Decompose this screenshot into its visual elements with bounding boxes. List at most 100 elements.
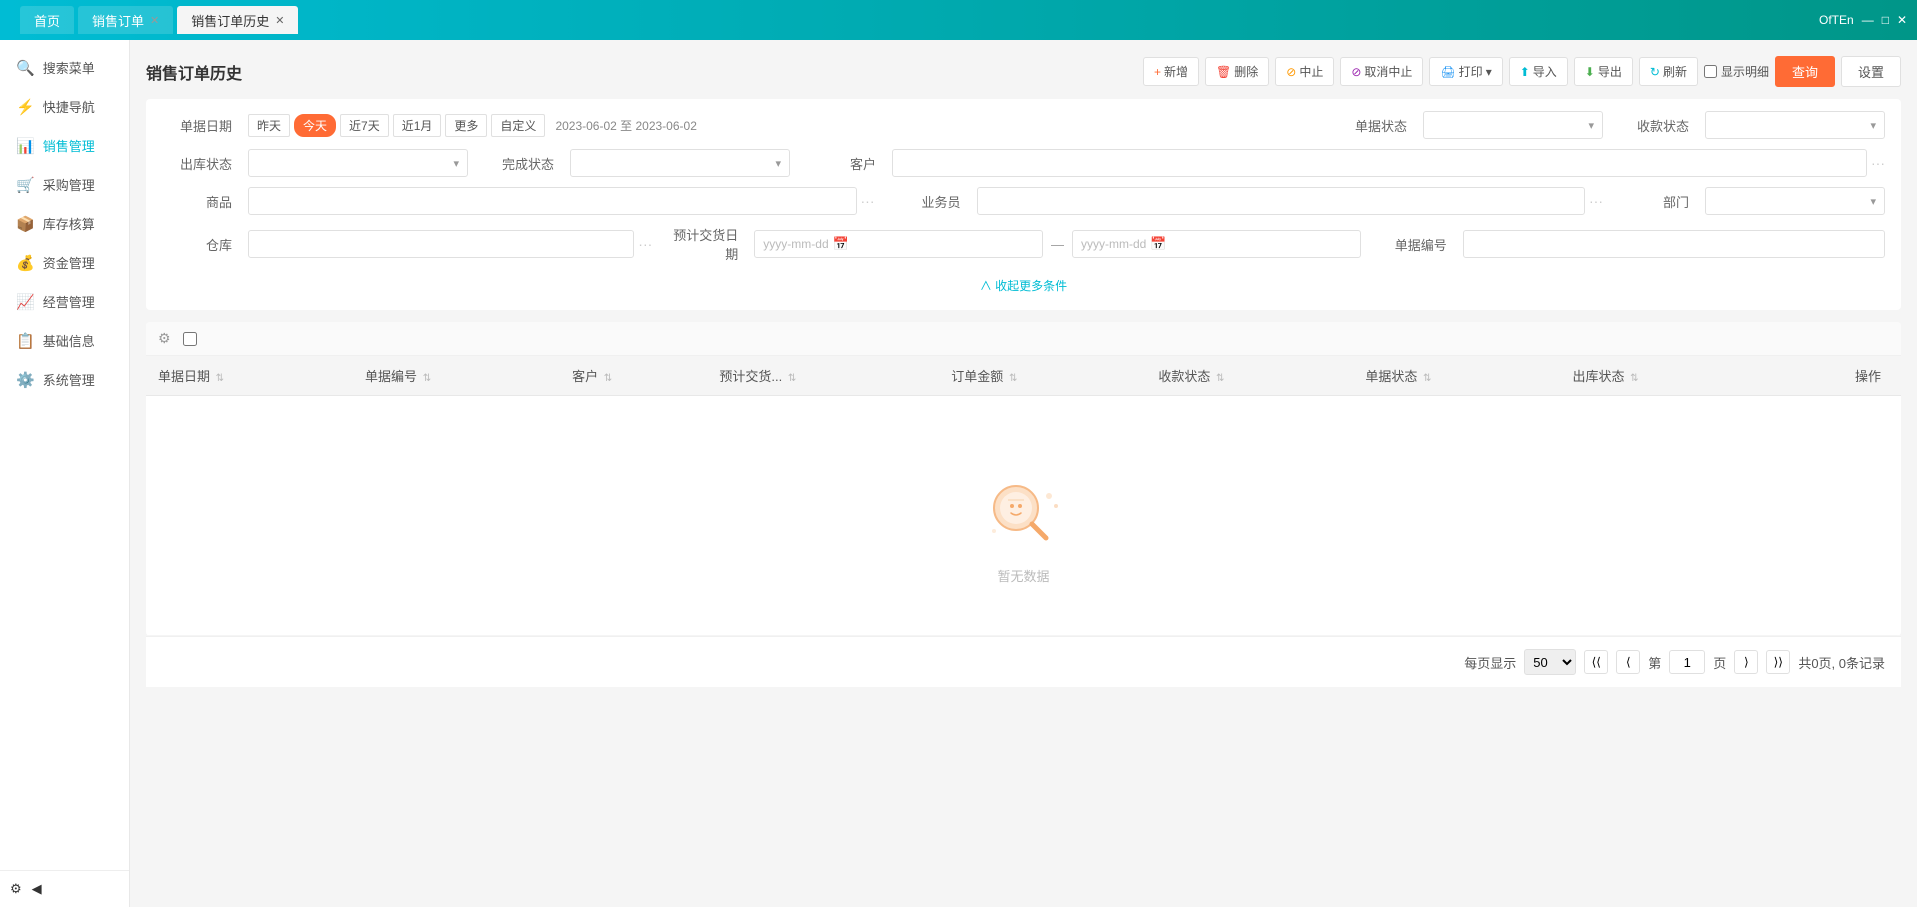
- collapse-text: 收起更多条件: [995, 279, 1067, 293]
- display-cols-checkbox[interactable]: [1704, 65, 1717, 78]
- cancel-stop-button[interactable]: ⊘ 取消中止: [1340, 57, 1423, 86]
- customer-dots[interactable]: ···: [1871, 155, 1885, 171]
- goods-input[interactable]: [248, 187, 857, 215]
- col-amount[interactable]: 订单金额 ⇅: [939, 356, 1146, 396]
- outbound-status-chevron: ▾: [453, 157, 459, 170]
- department-select[interactable]: ▾: [1705, 187, 1885, 215]
- goods-dots[interactable]: ···: [861, 193, 875, 209]
- tab-sales-order-history-close[interactable]: ✕: [275, 14, 284, 27]
- delivery-date-end-input[interactable]: yyyy-mm-dd 📅: [1072, 230, 1361, 258]
- salesperson-input[interactable]: [977, 187, 1586, 215]
- data-table: 单据日期 ⇅ 单据编号 ⇅ 客户 ⇅ 预计交货...: [146, 356, 1901, 636]
- col-payment-status-label: 收款状态: [1158, 369, 1210, 384]
- refresh-button[interactable]: ↻ 刷新: [1639, 57, 1698, 86]
- col-delivery-label: 预计交货...: [719, 369, 782, 384]
- sidebar-item-basics[interactable]: 📋 基础信息: [0, 321, 129, 360]
- col-outbound-status[interactable]: 出库状态 ⇅: [1560, 356, 1767, 396]
- first-page-btn[interactable]: ⟨⟨: [1584, 650, 1608, 674]
- sidebar-item-purchase[interactable]: 🛒 采购管理: [0, 165, 129, 204]
- select-all-checkbox[interactable]: [183, 332, 197, 346]
- delivery-date-label: 预计交货日期: [668, 225, 738, 263]
- filter-row-1: 单据日期 昨天 今天 近7天 近1月 更多 自定义 2023-06-02 至 2…: [162, 111, 1885, 139]
- empty-state-cell: 暂无数据: [146, 396, 1901, 636]
- tab-sales-order-close[interactable]: ✕: [150, 14, 159, 27]
- topbar-close-icon[interactable]: ✕: [1897, 13, 1907, 27]
- date-btn-1month[interactable]: 近1月: [393, 114, 442, 137]
- tab-sales-order-history[interactable]: 销售订单历史 ✕: [177, 6, 298, 34]
- next-page-btn[interactable]: ⟩: [1734, 650, 1758, 674]
- sidebar-item-operations[interactable]: 📈 经营管理: [0, 282, 129, 321]
- content-area: 销售订单历史 + 新增 🗑 删除 ⊘ 中止 ⊘ 取消中止: [130, 40, 1917, 907]
- date-btn-more[interactable]: 更多: [445, 114, 487, 137]
- sidebar-item-inventory[interactable]: 📦 库存核算: [0, 204, 129, 243]
- page-size-select[interactable]: 50 100 200: [1524, 649, 1576, 675]
- col-bill-status[interactable]: 单据状态 ⇅: [1353, 356, 1560, 396]
- sidebar-item-basics-label: 基础信息: [43, 331, 95, 350]
- date-btn-today[interactable]: 今天: [294, 114, 336, 137]
- sidebar-item-sales[interactable]: 📊 销售管理: [0, 126, 129, 165]
- complete-status-select[interactable]: ▾: [570, 149, 790, 177]
- import-icon: ⬆: [1520, 65, 1530, 79]
- sidebar-settings-icon[interactable]: ⚙: [10, 881, 22, 897]
- bill-status-select[interactable]: ▾: [1423, 111, 1603, 139]
- tab-home[interactable]: 首页: [20, 6, 74, 34]
- payment-status-label: 收款状态: [1619, 116, 1689, 135]
- col-bill-no[interactable]: 单据编号 ⇅: [353, 356, 560, 396]
- topbar-maximize-icon[interactable]: □: [1882, 13, 1889, 27]
- delivery-date-start-input[interactable]: yyyy-mm-dd 📅: [754, 230, 1043, 258]
- sidebar-item-system[interactable]: ⚙️ 系统管理: [0, 360, 129, 399]
- complete-status-chevron: ▾: [775, 157, 781, 170]
- export-button[interactable]: ⬇ 导出: [1574, 57, 1633, 86]
- sidebar-item-sales-label: 销售管理: [43, 136, 95, 155]
- last-page-btn[interactable]: ⟩⟩: [1766, 650, 1790, 674]
- table-gear-icon[interactable]: ⚙: [158, 330, 171, 347]
- add-button[interactable]: + 新增: [1143, 57, 1199, 86]
- col-delivery[interactable]: 预计交货... ⇅: [707, 356, 939, 396]
- settings-button[interactable]: 设置: [1841, 56, 1901, 87]
- date-btn-custom[interactable]: 自定义: [491, 114, 545, 137]
- topbar-minimize-icon[interactable]: —: [1862, 13, 1874, 27]
- cancel-stop-label: 取消中止: [1364, 63, 1412, 80]
- warehouse-dots[interactable]: ···: [638, 236, 652, 252]
- sidebar-item-search[interactable]: 🔍 搜索菜单: [0, 48, 129, 87]
- col-customer[interactable]: 客户 ⇅: [560, 356, 707, 396]
- col-outbound-status-label: 出库状态: [1572, 369, 1624, 384]
- col-amount-sort: ⇅: [1009, 373, 1017, 384]
- stop-label: 中止: [1299, 63, 1323, 80]
- collapse-row[interactable]: ∧ 收起更多条件: [162, 273, 1885, 298]
- sidebar-collapse-icon[interactable]: ◀: [32, 881, 42, 897]
- sidebar-item-finance-label: 资金管理: [43, 253, 95, 272]
- date-btn-yesterday[interactable]: 昨天: [248, 114, 290, 137]
- prev-page-btn[interactable]: ⟨: [1616, 650, 1640, 674]
- delete-button[interactable]: 🗑 删除: [1205, 57, 1269, 86]
- print-button[interactable]: 🖨 打印 ▾: [1429, 57, 1502, 86]
- sidebar-item-quicknav[interactable]: ⚡ 快捷导航: [0, 87, 129, 126]
- import-button[interactable]: ⬆ 导入: [1509, 57, 1568, 86]
- payment-status-select[interactable]: ▾: [1705, 111, 1885, 139]
- display-cols-toggle[interactable]: 显示明细: [1704, 63, 1769, 80]
- warehouse-input[interactable]: [248, 230, 634, 258]
- import-label: 导入: [1533, 63, 1557, 80]
- sidebar-item-finance[interactable]: 💰 资金管理: [0, 243, 129, 282]
- query-button[interactable]: 查询: [1775, 56, 1835, 87]
- page-header: 销售订单历史 + 新增 🗑 删除 ⊘ 中止 ⊘ 取消中止: [146, 56, 1901, 87]
- outbound-status-select[interactable]: ▾: [248, 149, 468, 177]
- page-size-label: 每页显示: [1464, 653, 1516, 672]
- bill-no-input[interactable]: [1463, 230, 1885, 258]
- salesperson-dots[interactable]: ···: [1589, 193, 1603, 209]
- goods-label: 商品: [162, 192, 232, 211]
- quicknav-icon: ⚡: [16, 98, 35, 116]
- col-amount-label: 订单金额: [951, 369, 1003, 384]
- page-number-input[interactable]: [1669, 650, 1705, 674]
- col-date[interactable]: 单据日期 ⇅: [146, 356, 353, 396]
- salesperson-label: 业务员: [891, 192, 961, 211]
- tab-sales-order[interactable]: 销售订单 ✕: [78, 6, 173, 34]
- stop-button[interactable]: ⊘ 中止: [1275, 57, 1334, 86]
- page-label-end: 页: [1713, 653, 1726, 672]
- date-btn-7days[interactable]: 近7天: [340, 114, 389, 137]
- col-customer-label: 客户: [572, 369, 598, 384]
- col-payment-status[interactable]: 收款状态 ⇅: [1146, 356, 1353, 396]
- inventory-icon: 📦: [16, 215, 35, 233]
- bill-status-label: 单据状态: [1337, 116, 1407, 135]
- customer-input[interactable]: [892, 149, 1867, 177]
